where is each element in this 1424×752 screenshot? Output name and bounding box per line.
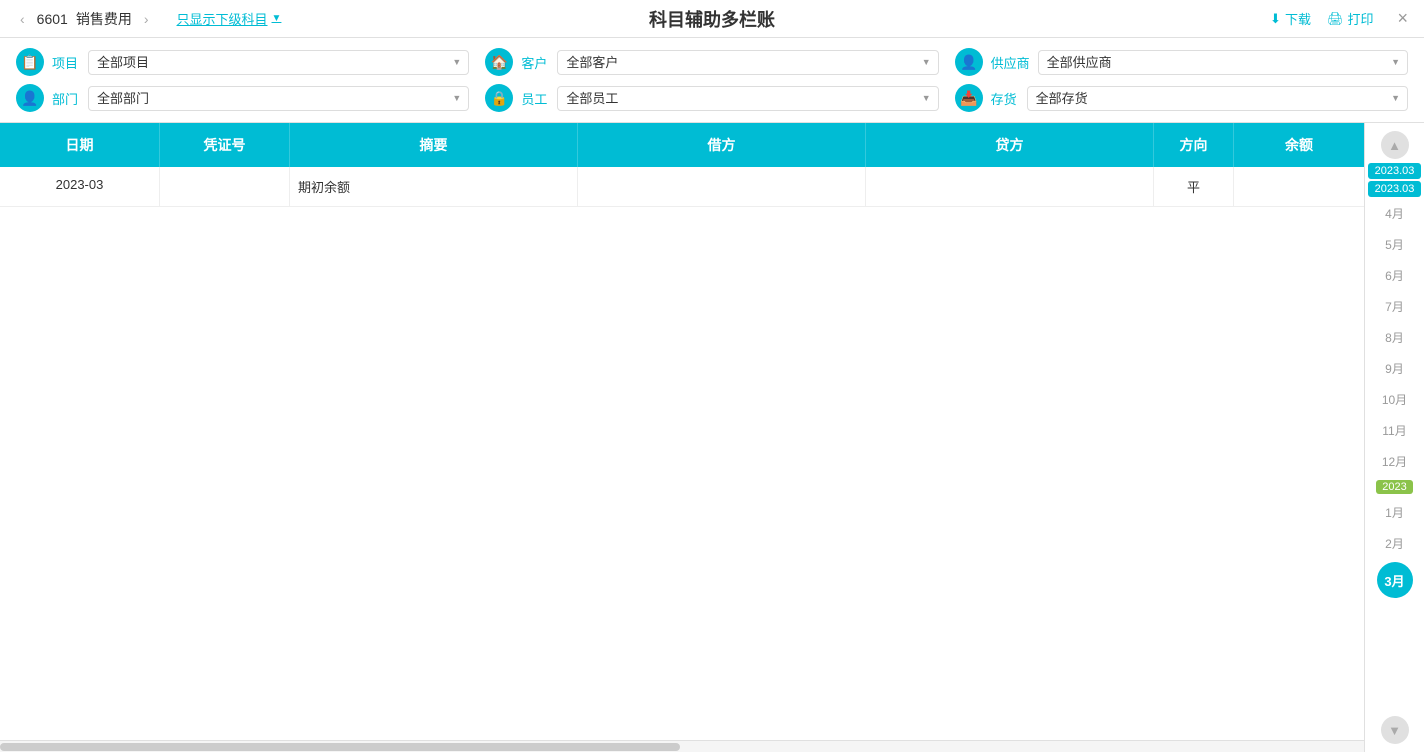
page-title: 科目辅助多栏账 — [649, 6, 775, 32]
inventory-icon: 📥 — [955, 84, 983, 112]
table-body: 2023-03 期初余额 平 — [0, 167, 1364, 740]
period-9[interactable]: 9月 — [1365, 354, 1424, 383]
cell-credit — [866, 167, 1154, 206]
horizontal-scrollbar[interactable] — [0, 740, 1364, 752]
main-content: 日期 凭证号 摘要 借方 贷方 方向 余额 2023-03 期初余额 平 — [0, 123, 1424, 752]
period-1[interactable]: 1月 — [1365, 498, 1424, 527]
period-10[interactable]: 10月 — [1365, 385, 1424, 414]
title-bar: ‹ 6601 销售费用 › 只显示下级科目 ▼ 科目辅助多栏账 ⬇ 下载 🖨 打… — [0, 0, 1424, 38]
table-header: 日期 凭证号 摘要 借方 贷方 方向 余额 — [0, 123, 1364, 167]
col-debit: 借方 — [578, 123, 866, 167]
employee-label: 员工 — [521, 89, 549, 108]
account-code: 6601 — [37, 11, 68, 27]
title-left: ‹ 6601 销售费用 › 只显示下级科目 ▼ — [16, 9, 281, 29]
col-direction: 方向 — [1154, 123, 1234, 167]
cell-summary: 期初余额 — [290, 167, 578, 206]
department-icon: 👤 — [16, 84, 44, 112]
project-filter: 📋 项目 全部项目 — [16, 48, 469, 76]
department-filter: 👤 部门 全部部门 — [16, 84, 469, 112]
period-5[interactable]: 5月 — [1365, 230, 1424, 259]
col-voucher: 凭证号 — [160, 123, 290, 167]
period-2023-03-first[interactable]: 2023.03 — [1368, 163, 1421, 179]
supplier-select[interactable]: 全部供应商 — [1038, 50, 1408, 75]
period-4[interactable]: 4月 — [1365, 199, 1424, 228]
supplier-select-wrap: 全部供应商 — [1038, 50, 1408, 75]
cell-debit — [578, 167, 866, 206]
inventory-select[interactable]: 全部存货 — [1027, 86, 1408, 111]
inventory-select-wrap: 全部存货 — [1027, 86, 1408, 111]
employee-select[interactable]: 全部员工 — [557, 86, 938, 111]
project-icon: 📋 — [16, 48, 44, 76]
scrollbar-thumb[interactable] — [0, 743, 680, 751]
period-8[interactable]: 8月 — [1365, 323, 1424, 352]
scroll-down-button[interactable]: ▼ — [1381, 716, 1409, 744]
show-sub-accounts-button[interactable]: 只显示下级科目 ▼ — [177, 9, 282, 28]
customer-select[interactable]: 全部客户 — [557, 50, 938, 75]
download-button[interactable]: ⬇ 下载 — [1270, 9, 1311, 28]
period-11[interactable]: 11月 — [1365, 416, 1424, 445]
period-7[interactable]: 7月 — [1365, 292, 1424, 321]
period-3-active[interactable]: 3月 — [1377, 562, 1413, 598]
up-arrow-icon: ▲ — [1388, 138, 1401, 153]
year-badge-2023[interactable]: 2023 — [1376, 480, 1412, 494]
col-date: 日期 — [0, 123, 160, 167]
cell-direction: 平 — [1154, 167, 1234, 206]
cell-date: 2023-03 — [0, 167, 160, 206]
col-credit: 贷方 — [866, 123, 1154, 167]
right-panel: ▲ 2023.03 2023.03 4月 5月 6月 7月 8月 9月 10月 … — [1364, 123, 1424, 752]
period-2[interactable]: 2月 — [1365, 529, 1424, 558]
customer-icon: 🏠 — [485, 48, 513, 76]
supplier-label: 供应商 — [991, 53, 1030, 72]
project-select[interactable]: 全部项目 — [88, 50, 469, 75]
period-2023-03-second[interactable]: 2023.03 — [1368, 181, 1421, 197]
filters-panel: 📋 项目 全部项目 🏠 客户 全部客户 👤 供应商 全部供应商 — [0, 38, 1424, 123]
down-arrow-icon: ▼ — [1388, 723, 1401, 738]
customer-label: 客户 — [521, 53, 549, 72]
title-right: ⬇ 下载 🖨 打印 × — [1270, 8, 1408, 29]
supplier-icon: 👤 — [955, 48, 983, 76]
col-summary: 摘要 — [290, 123, 578, 167]
supplier-filter: 👤 供应商 全部供应商 — [955, 48, 1408, 76]
table-row: 2023-03 期初余额 平 — [0, 167, 1364, 207]
period-6[interactable]: 6月 — [1365, 261, 1424, 290]
print-label: 打印 — [1347, 9, 1373, 28]
close-button[interactable]: × — [1397, 8, 1408, 29]
department-select[interactable]: 全部部门 — [88, 86, 469, 111]
employee-select-wrap: 全部员工 — [557, 86, 938, 111]
customer-filter: 🏠 客户 全部客户 — [485, 48, 938, 76]
employee-filter: 🔒 员工 全部员工 — [485, 84, 938, 112]
scroll-up-button[interactable]: ▲ — [1381, 131, 1409, 159]
nav-next-button[interactable]: › — [140, 9, 153, 29]
period-12[interactable]: 12月 — [1365, 447, 1424, 476]
project-select-wrap: 全部项目 — [88, 50, 469, 75]
show-sub-label: 只显示下级科目 — [177, 9, 268, 28]
nav-prev-button[interactable]: ‹ — [16, 9, 29, 29]
download-icon: ⬇ — [1270, 11, 1281, 27]
main-window: ‹ 6601 销售费用 › 只显示下级科目 ▼ 科目辅助多栏账 ⬇ 下载 🖨 打… — [0, 0, 1424, 752]
department-select-wrap: 全部部门 — [88, 86, 469, 111]
download-label: 下载 — [1285, 9, 1311, 28]
print-icon: 🖨 — [1327, 11, 1344, 27]
account-name: 销售费用 — [76, 9, 132, 29]
cell-balance — [1234, 167, 1364, 206]
print-button[interactable]: 🖨 打印 — [1327, 9, 1374, 28]
col-balance: 余额 — [1234, 123, 1364, 167]
chevron-down-icon: ▼ — [272, 13, 282, 24]
project-label: 项目 — [52, 53, 80, 72]
department-label: 部门 — [52, 89, 80, 108]
customer-select-wrap: 全部客户 — [557, 50, 938, 75]
employee-icon: 🔒 — [485, 84, 513, 112]
inventory-filter: 📥 存货 全部存货 — [955, 84, 1408, 112]
cell-voucher — [160, 167, 290, 206]
inventory-label: 存货 — [991, 89, 1019, 108]
table-area: 日期 凭证号 摘要 借方 贷方 方向 余额 2023-03 期初余额 平 — [0, 123, 1364, 752]
